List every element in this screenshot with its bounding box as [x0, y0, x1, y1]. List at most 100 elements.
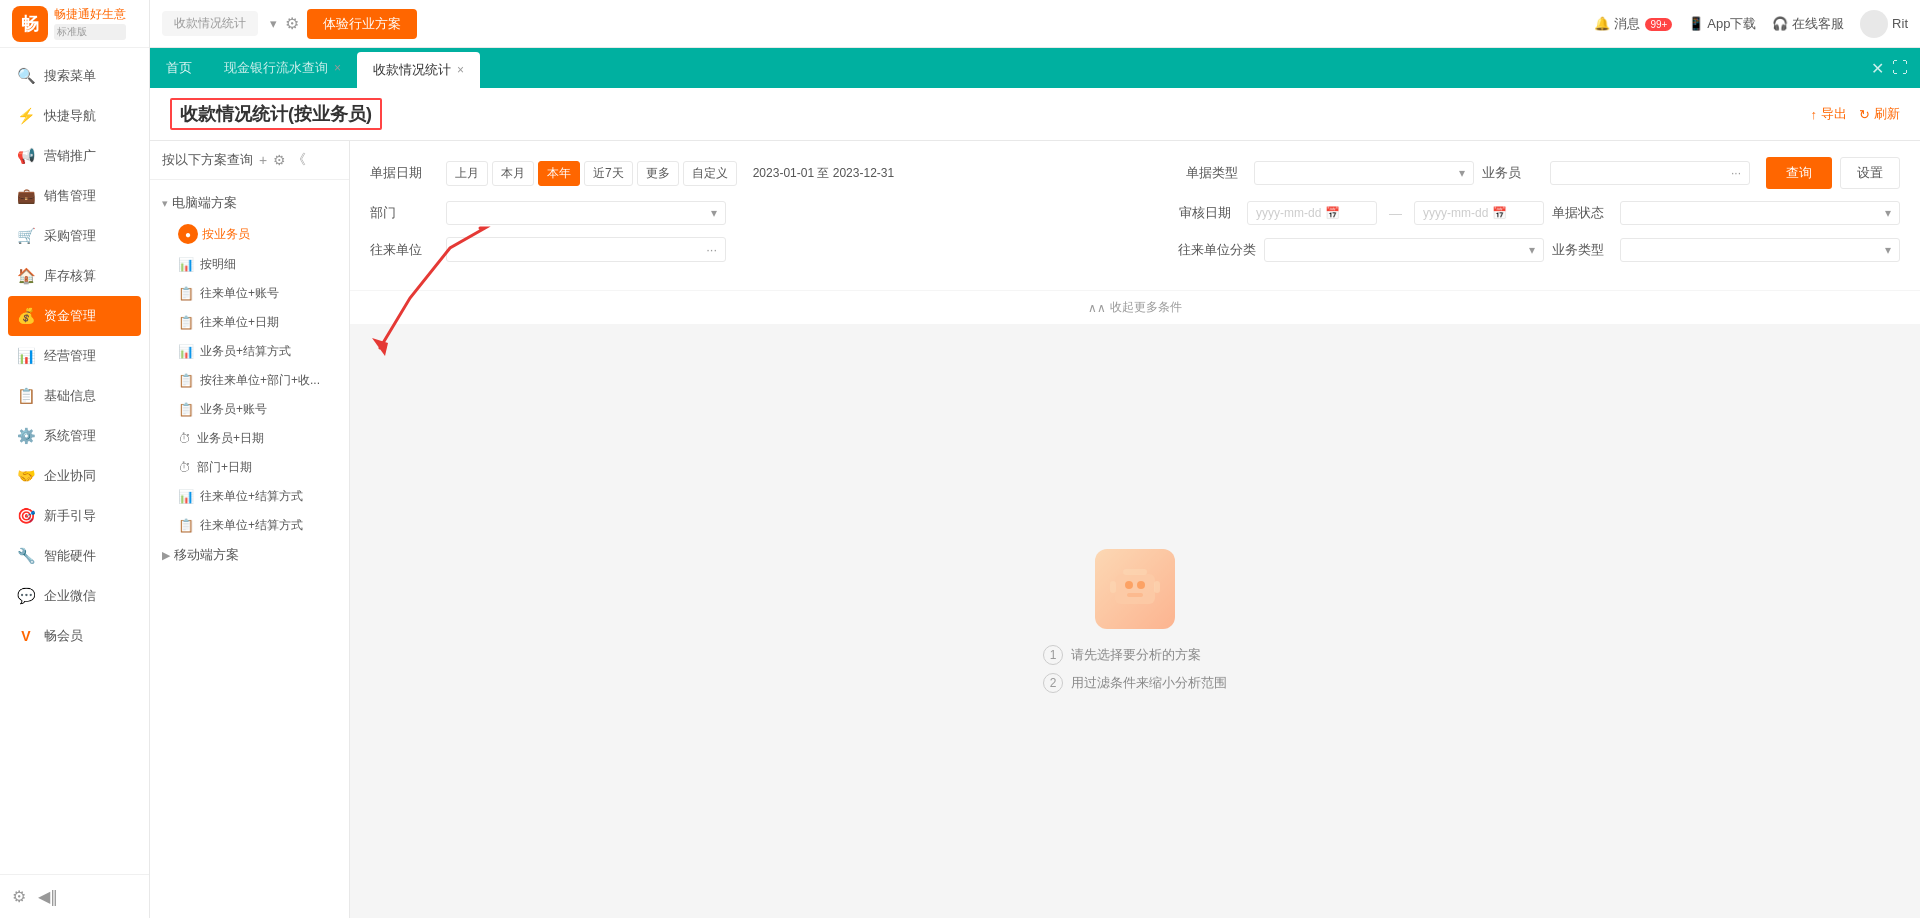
tabbar-expand-icon[interactable]: ⛶ [1892, 59, 1908, 77]
sidebar-item-basicinfo[interactable]: 📋 基础信息 [0, 376, 149, 416]
date-dash: — [1389, 206, 1402, 221]
sidebar-item-finance[interactable]: 💰 资金管理 [8, 296, 141, 336]
header-gear-icon[interactable]: ⚙ [285, 14, 299, 33]
sidebar-item-label: 系统管理 [44, 427, 96, 445]
query-button[interactable]: 查询 [1766, 157, 1832, 189]
party-dots-icon[interactable]: ··· [706, 242, 717, 257]
date-btn-last-month[interactable]: 上月 [446, 161, 488, 186]
scheme-item-unit-dept[interactable]: 📋 按往来单位+部门+收... [150, 366, 349, 395]
date-btn-this-year[interactable]: 本年 [538, 161, 580, 186]
search-icon: 🔍 [16, 66, 36, 86]
header: 收款情况统计 ▾ ⚙ 体验行业方案 🔔 消息 99+ 📱 App下载 🎧 在线客… [150, 0, 1920, 48]
empty-tips: 1 请先选择要分析的方案 2 用过滤条件来缩小分析范围 [1043, 645, 1227, 693]
party-select[interactable]: ··· [446, 237, 726, 262]
date-btn-this-month[interactable]: 本月 [492, 161, 534, 186]
user-info[interactable]: Rit [1860, 10, 1908, 38]
scheme-item-label: 往来单位+结算方式 [200, 517, 303, 534]
scheme-item-sale-settle[interactable]: 📊 业务员+结算方式 [150, 337, 349, 366]
salesperson-select[interactable]: ··· [1550, 161, 1750, 185]
scheme-item-salesperson[interactable]: ● 按业务员 [150, 218, 349, 250]
scheme-item-label: 按明细 [200, 256, 236, 273]
sidebar-item-member[interactable]: V 畅会员 [0, 616, 149, 656]
date-label: 单据日期 [370, 164, 430, 182]
active-badge: ● [178, 224, 198, 244]
scheme-group-mobile-header[interactable]: ▶ 移动端方案 [150, 540, 349, 570]
trial-button[interactable]: 体验行业方案 [307, 9, 417, 39]
tab-receipt-label: 收款情况统计 [373, 61, 451, 79]
footer-collapse-icon[interactable]: ◀‖ [38, 887, 58, 906]
header-dropdown-icon[interactable]: ▾ [270, 16, 277, 31]
filter-row-2: 部门 ▾ 审核日期 yyyy-mm-dd 📅 — yyyy-mm-dd [370, 201, 1900, 225]
filter-actions: 查询 设置 [1766, 157, 1900, 189]
date-btn-custom[interactable]: 自定义 [683, 161, 737, 186]
collapse-up-icon: ∧∧ [1088, 301, 1106, 315]
voucher-status-select[interactable]: ▾ [1620, 201, 1900, 225]
tip-1-number: 1 [1043, 645, 1063, 665]
party-class-label: 往来单位分类 [1178, 241, 1256, 259]
calendar-icon-2: 📅 [1492, 206, 1507, 220]
collapse-bar[interactable]: ∧∧ 收起更多条件 [350, 290, 1920, 324]
sidebar-item-quicknav[interactable]: ⚡ 快捷导航 [0, 96, 149, 136]
scheme-item-unit-account[interactable]: 📋 往来单位+账号 [150, 279, 349, 308]
tab-bank[interactable]: 现金银行流水查询 × [208, 48, 357, 88]
marketing-icon: 📢 [16, 146, 36, 166]
filter-form: 单据日期 上月 本月 本年 近7天 更多 自定义 2023-01-01 至 20… [350, 141, 1920, 290]
salesperson-dots-icon[interactable]: ··· [1731, 166, 1741, 180]
date-btn-7days[interactable]: 近7天 [584, 161, 633, 186]
scheme-item-unit-settle2[interactable]: 📋 往来单位+结算方式 [150, 511, 349, 540]
sidebar-item-search[interactable]: 🔍 搜索菜单 [0, 56, 149, 96]
sidebar-item-purchase[interactable]: 🛒 采购管理 [0, 216, 149, 256]
review-date-start[interactable]: yyyy-mm-dd 📅 [1247, 201, 1377, 225]
unit-date-icon: 📋 [178, 315, 194, 330]
sidebar-item-wechat[interactable]: 💬 企业微信 [0, 576, 149, 616]
scheme-item-detail[interactable]: 📊 按明细 [150, 250, 349, 279]
notification-wrap[interactable]: 🔔 消息 99+ [1594, 15, 1672, 33]
business-type-select[interactable]: ▾ [1620, 238, 1900, 262]
sidebar-item-system[interactable]: ⚙️ 系统管理 [0, 416, 149, 456]
sidebar-item-marketing[interactable]: 📢 营销推广 [0, 136, 149, 176]
sidebar-item-hardware[interactable]: 🔧 智能硬件 [0, 536, 149, 576]
scheme-group-desktop-header[interactable]: ▾ 电脑端方案 [150, 188, 349, 218]
sidebar-item-operation[interactable]: 📊 经营管理 [0, 336, 149, 376]
sidebar-item-sales[interactable]: 💼 销售管理 [0, 176, 149, 216]
tab-receipt[interactable]: 收款情况统计 × [357, 52, 480, 88]
scheme-item-dept-date[interactable]: ⏱ 部门+日期 [150, 453, 349, 482]
scheme-item-sale-date[interactable]: ⏱ 业务员+日期 [150, 424, 349, 453]
party-class-select[interactable]: ▾ [1264, 238, 1544, 262]
settings-button[interactable]: 设置 [1840, 157, 1900, 189]
sidebar-item-collab[interactable]: 🤝 企业协同 [0, 456, 149, 496]
app-download-wrap[interactable]: 📱 App下载 [1688, 15, 1756, 33]
sidebar-item-label: 企业协同 [44, 467, 96, 485]
tabbar-close-icon[interactable]: ✕ [1871, 59, 1884, 78]
sidebar-item-guide[interactable]: 🎯 新手引导 [0, 496, 149, 536]
tab-receipt-close-icon[interactable]: × [457, 63, 464, 77]
sidebar-item-warehouse[interactable]: 🏠 库存核算 [0, 256, 149, 296]
footer-settings-icon[interactable]: ⚙ [12, 887, 26, 906]
detail-icon: 📊 [178, 257, 194, 272]
scheme-item-unit-settle1[interactable]: 📊 往来单位+结算方式 [150, 482, 349, 511]
refresh-button[interactable]: ↻ 刷新 [1859, 105, 1900, 123]
customer-service-wrap[interactable]: 🎧 在线客服 [1772, 15, 1844, 33]
scheme-add-icon[interactable]: + [259, 152, 267, 168]
scheme-collapse-icon[interactable]: 《 [292, 151, 306, 169]
sidebar-footer: ⚙ ◀‖ [0, 874, 149, 918]
scheme-item-label: 往来单位+账号 [200, 285, 279, 302]
dept-arrow-icon: ▾ [711, 206, 717, 220]
scheme-settings-icon[interactable]: ⚙ [273, 152, 286, 168]
review-date-end[interactable]: yyyy-mm-dd 📅 [1414, 201, 1544, 225]
empty-state: 1 请先选择要分析的方案 2 用过滤条件来缩小分析范围 [350, 324, 1920, 918]
scheme-item-sale-account[interactable]: 📋 业务员+账号 [150, 395, 349, 424]
scheme-item-unit-date[interactable]: 📋 往来单位+日期 [150, 308, 349, 337]
voucher-type-select[interactable]: ▾ [1254, 161, 1474, 185]
scheme-item-label: 业务员+结算方式 [200, 343, 291, 360]
warehouse-icon: 🏠 [16, 266, 36, 286]
svg-rect-2 [1137, 581, 1145, 589]
tab-bank-close-icon[interactable]: × [334, 61, 341, 75]
tab-home[interactable]: 首页 [150, 48, 208, 88]
wechat-icon: 💬 [16, 586, 36, 606]
header-breadcrumb: 收款情况统计 [162, 11, 258, 36]
dept-select[interactable]: ▾ [446, 201, 726, 225]
svg-rect-6 [1154, 581, 1160, 593]
export-button[interactable]: ↑ 导出 [1811, 105, 1848, 123]
date-btn-more[interactable]: 更多 [637, 161, 679, 186]
